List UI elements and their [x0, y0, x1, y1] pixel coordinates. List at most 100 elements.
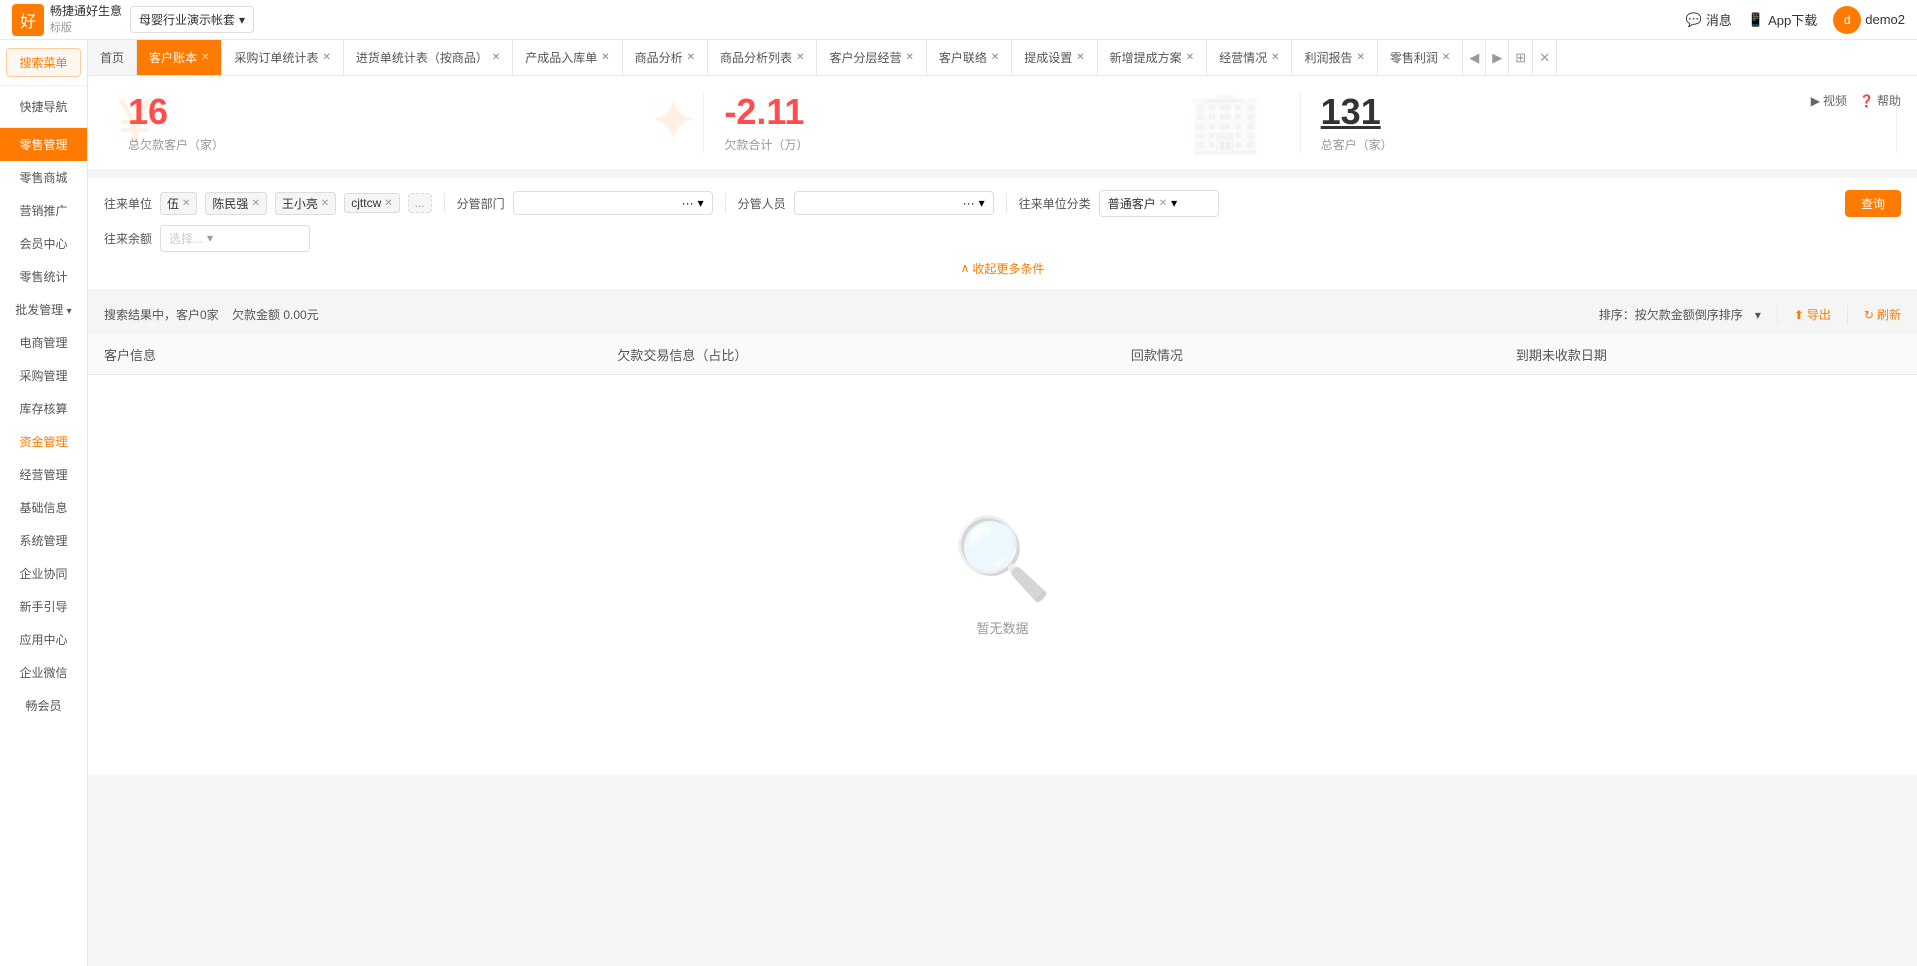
sidebar-item-retail-mgmt[interactable]: 零售管理 [0, 128, 87, 161]
tag-close-icon[interactable]: ✕ [321, 198, 329, 209]
sidebar-item-retail-mall[interactable]: 零售商城 [0, 161, 87, 194]
help-button[interactable]: ❓ 帮助 [1859, 92, 1901, 109]
filter-tag-text: cjttcw [351, 196, 381, 210]
query-button[interactable]: 查询 [1845, 190, 1901, 217]
tab-close-icon[interactable]: ✕ [796, 52, 804, 63]
user-avatar-button[interactable]: d demo2 [1833, 6, 1905, 34]
tab-add-commission[interactable]: 新增提成方案 ✕ [1098, 40, 1207, 76]
divider [1006, 193, 1007, 213]
collapse-filters-button[interactable]: ∧ 收起更多条件 [961, 260, 1045, 277]
filter-tag-unit-3[interactable]: 王小亮 ✕ [275, 192, 336, 215]
search-result-text: 搜索结果中，客户0家 [104, 308, 219, 322]
tab-label: 进货单统计表（按商品） [356, 49, 488, 66]
dept-dropdown[interactable]: ··· ▾ [513, 191, 713, 215]
sidebar-item-quick-nav[interactable]: 快捷导航 [0, 90, 87, 123]
filter-row-2: 往来余额 选择... ▾ [104, 225, 1901, 252]
tab-purchase-stats-by-product[interactable]: 进货单统计表（按商品） ✕ [344, 40, 513, 76]
account-selector[interactable]: 母婴行业演示帐套 ▾ [130, 6, 254, 33]
app-download-button[interactable]: 📱 App下载 [1748, 10, 1817, 29]
filter-tag-unit-1[interactable]: 伍 ✕ [160, 192, 197, 215]
filter-tag-unit-4[interactable]: cjttcw ✕ [344, 193, 399, 213]
message-icon: 💬 [1686, 12, 1702, 28]
tab-customer-ledger[interactable]: 客户账本 ✕ [137, 40, 222, 76]
tab-close-icon[interactable]: ✕ [1357, 52, 1365, 63]
sidebar-item-enterprise-collab[interactable]: 企业协同 [0, 557, 87, 590]
tab-close-icon[interactable]: ✕ [1271, 52, 1279, 63]
tab-expand-btn[interactable]: ⊞ [1509, 40, 1533, 76]
sidebar-item-member-center[interactable]: 会员中心 [0, 227, 87, 260]
tab-close-icon[interactable]: ✕ [687, 52, 695, 63]
export-icon: ⬆ [1794, 308, 1804, 322]
tab-product-inbound[interactable]: 产成品入库单 ✕ [513, 40, 622, 76]
stat-value-total-customers: 131 [1321, 92, 1381, 132]
filter-tag-text: 陈民强 [212, 195, 248, 212]
unit-type-dropdown[interactable]: 普通客户 ✕ ▾ [1099, 190, 1219, 217]
tab-customer-contact[interactable]: 客户联络 ✕ [927, 40, 1012, 76]
sidebar-item-basic-info[interactable]: 基础信息 [0, 491, 87, 524]
sidebar-item-label: 采购管理 [19, 369, 67, 383]
sidebar-item-ecommerce[interactable]: 电商管理 [0, 326, 87, 359]
tag-close-icon[interactable]: ✕ [1159, 198, 1167, 209]
tab-close-icon[interactable]: ✕ [601, 52, 609, 63]
tab-nav-left[interactable]: ◀ [1463, 40, 1486, 76]
sidebar-item-app-center[interactable]: 应用中心 [0, 623, 87, 656]
message-button[interactable]: 💬 消息 [1686, 10, 1732, 29]
table-body: 🔍 暂无数据 [88, 375, 1917, 775]
sidebar-item-finance[interactable]: 资金管理 [0, 425, 87, 458]
tag-close-icon[interactable]: ✕ [384, 198, 392, 209]
sidebar-item-marketing[interactable]: 营销推广 [0, 194, 87, 227]
sidebar-item-label: 新手引导 [19, 600, 67, 614]
sidebar-item-wholesale-mgmt[interactable]: 批发管理 ▾ [0, 293, 87, 326]
sidebar-item-label: 畅会员 [25, 699, 61, 713]
refresh-button[interactable]: ↻ 刷新 [1864, 306, 1901, 323]
tab-retail-profit[interactable]: 零售利润 ✕ [1378, 40, 1463, 76]
sidebar-item-retail-stats[interactable]: 零售统计 [0, 260, 87, 293]
staff-dropdown[interactable]: ··· ▾ [794, 191, 994, 215]
tab-close-icon[interactable]: ✕ [1442, 52, 1450, 63]
tag-close-icon[interactable]: ✕ [182, 198, 190, 209]
sidebar-item-system[interactable]: 系统管理 [0, 524, 87, 557]
sidebar-item-inventory[interactable]: 库存核算 [0, 392, 87, 425]
tab-close-icon[interactable]: ✕ [1076, 52, 1084, 63]
tab-commission-settings[interactable]: 提成设置 ✕ [1012, 40, 1097, 76]
tag-close-icon[interactable]: ✕ [251, 198, 259, 209]
chevron-down-icon: ▾ [698, 196, 704, 210]
tab-label: 利润报告 [1304, 49, 1352, 66]
search-menu-button[interactable]: 搜索菜单 [6, 48, 81, 77]
sidebar-item-chang-member[interactable]: 畅会员 [0, 689, 87, 722]
account-selector-label: 母婴行业演示帐套 [139, 11, 235, 28]
balance-input[interactable]: 选择... ▾ [160, 225, 310, 252]
tab-close-icon[interactable]: ✕ [1186, 52, 1194, 63]
sidebar-item-operations[interactable]: 经营管理 [0, 458, 87, 491]
tab-close-all-btn[interactable]: ✕ [1533, 40, 1557, 76]
tab-customer-tier[interactable]: 客户分层经营 ✕ [817, 40, 926, 76]
filter-tag-text: 普通客户 [1108, 195, 1156, 212]
tab-label: 客户账本 [149, 49, 197, 66]
tab-label: 商品分析列表 [720, 49, 792, 66]
tab-close-icon[interactable]: ✕ [905, 52, 913, 63]
export-button[interactable]: ⬆ 导出 [1794, 306, 1831, 323]
sidebar-item-newbie-guide[interactable]: 新手引导 [0, 590, 87, 623]
sidebar-item-enterprise-wechat[interactable]: 企业微信 [0, 656, 87, 689]
tab-product-analysis-list[interactable]: 商品分析列表 ✕ [708, 40, 817, 76]
tab-product-analysis[interactable]: 商品分析 ✕ [623, 40, 708, 76]
tab-close-icon[interactable]: ✕ [492, 52, 500, 63]
tab-close-icon[interactable]: ✕ [322, 52, 330, 63]
collapse-label: 收起更多条件 [972, 260, 1044, 277]
tab-profit-report[interactable]: 利润报告 ✕ [1292, 40, 1377, 76]
amount-text: 欠款金额 0.00元 [232, 308, 319, 322]
tab-close-icon[interactable]: ✕ [991, 52, 999, 63]
tab-business-situation[interactable]: 经营情况 ✕ [1207, 40, 1292, 76]
tab-home[interactable]: 首页 [88, 40, 137, 76]
sidebar-item-purchase[interactable]: 采购管理 [0, 359, 87, 392]
logo-text: 畅捷通好生意 [50, 4, 122, 20]
video-help-button[interactable]: ▶ 视频 [1811, 92, 1847, 109]
chevron-down-icon: ▾ [239, 13, 245, 27]
filter-tag-more[interactable]: ... [408, 193, 432, 213]
tab-nav-right[interactable]: ▶ [1486, 40, 1509, 76]
table-col-due-date: 到期未收款日期 [1516, 345, 1901, 364]
filter-tag-unit-2[interactable]: 陈民强 ✕ [205, 192, 266, 215]
tab-close-icon[interactable]: ✕ [201, 52, 209, 63]
filter-tag-text: 王小亮 [282, 195, 318, 212]
tab-purchase-order-stats[interactable]: 采购订单统计表 ✕ [222, 40, 343, 76]
